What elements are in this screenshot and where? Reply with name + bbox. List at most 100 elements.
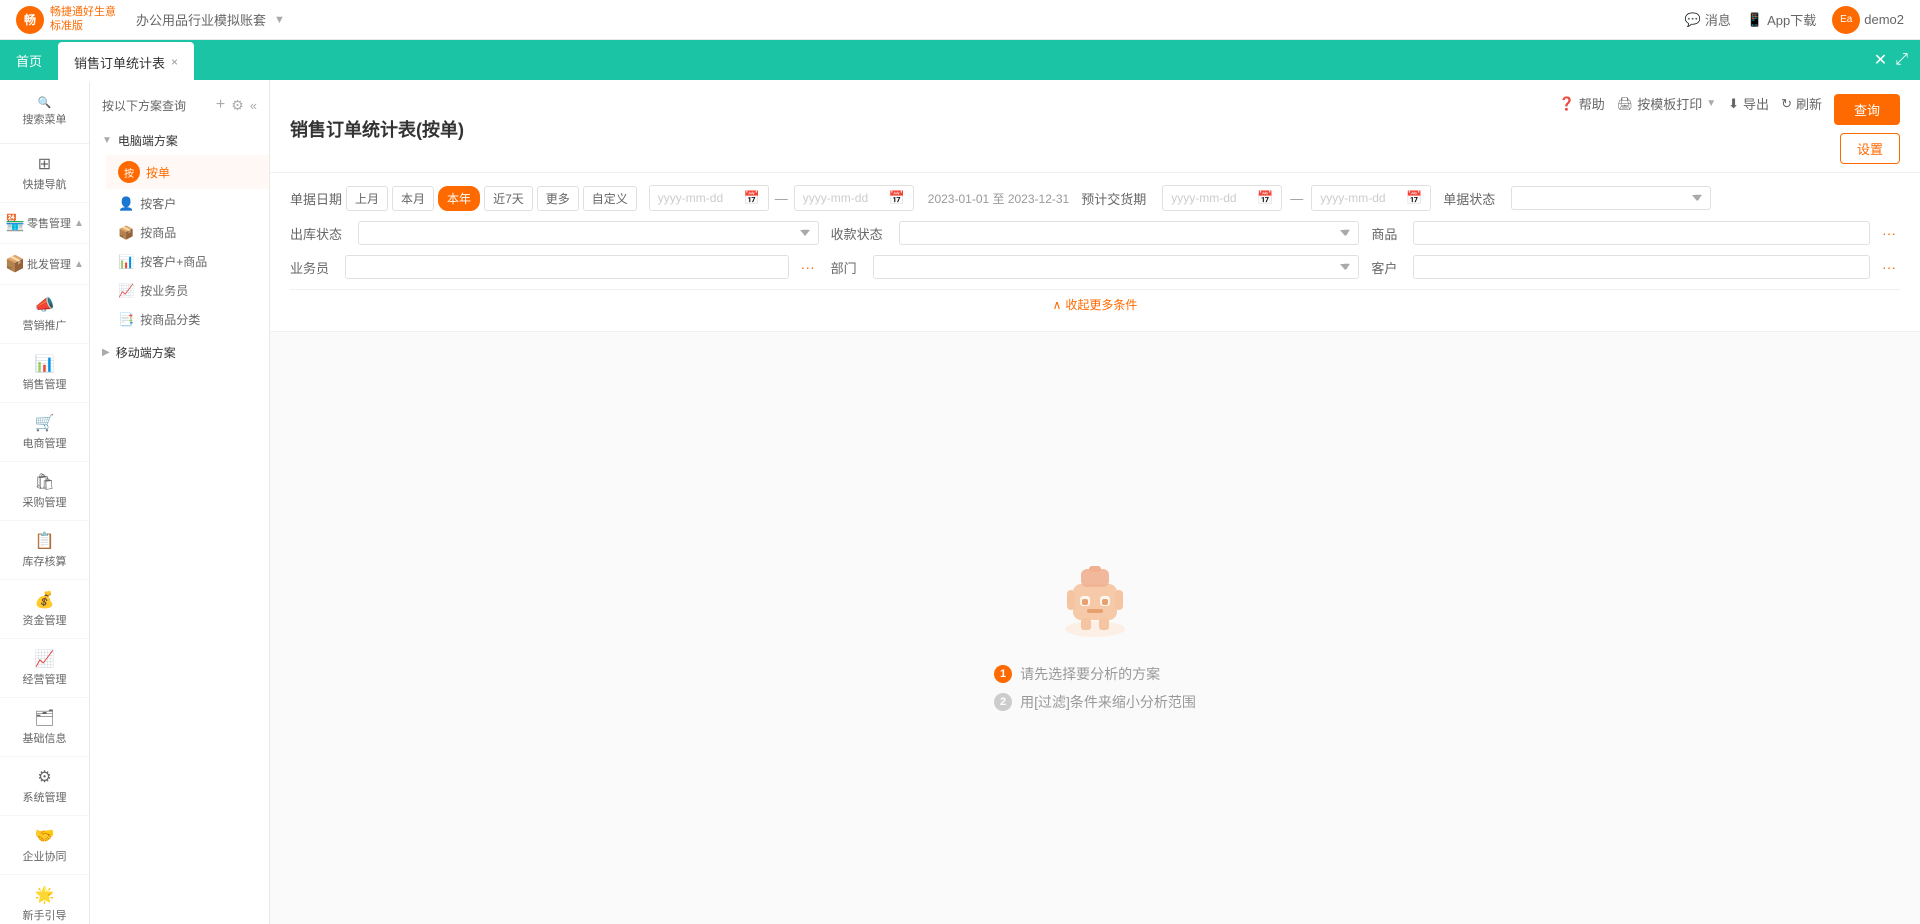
sidebar-item-purchase[interactable]: 🛍采购管理 xyxy=(0,462,89,521)
inventory-label: 库存核算 xyxy=(23,553,67,569)
sidebar-item-inventory[interactable]: 📋库存核算 xyxy=(0,521,89,580)
expected-date-end-input[interactable]: yyyy-mm-dd 📅 xyxy=(1311,185,1431,211)
date-btn-custom[interactable]: 自定义 xyxy=(583,186,637,211)
system-icon: ⚙ xyxy=(37,767,51,787)
biz-icon: 📈 xyxy=(35,649,55,669)
sidebar-item-corp[interactable]: 🤝企业协同 xyxy=(0,816,89,875)
sidebar-top: 🔍 搜索菜单 xyxy=(0,80,89,144)
export-button[interactable]: ⬇ 导出 xyxy=(1728,94,1769,113)
sidebar-item-wholesale[interactable]: 📦批发管理▲ xyxy=(0,244,89,285)
tab-sales-stat[interactable]: 销售订单统计表 × xyxy=(58,42,194,82)
query-button[interactable]: 查询 xyxy=(1834,94,1900,125)
customer-icon: 👤 xyxy=(118,196,134,212)
settings-scheme-icon[interactable]: ⚙ xyxy=(231,97,244,114)
dropdown-icon[interactable]: ▼ xyxy=(274,14,285,26)
settings-button[interactable]: 设置 xyxy=(1840,133,1900,164)
tree-item-by-cust-prod[interactable]: 📊 按客户+商品 xyxy=(106,247,269,276)
add-scheme-icon[interactable]: + xyxy=(216,96,225,114)
dept-select[interactable] xyxy=(873,255,1360,279)
date-btn-thismonth[interactable]: 本月 xyxy=(392,186,434,211)
date-btn-lastmonth[interactable]: 上月 xyxy=(346,186,388,211)
ship-status-wrap: ▼ xyxy=(358,221,819,245)
tree-item-by-staff-label: 按业务员 xyxy=(140,282,188,299)
customer-label: 客户 xyxy=(1371,258,1397,277)
msg-button[interactable]: 💬 消息 xyxy=(1685,10,1731,29)
collapse-panel-icon[interactable]: « xyxy=(250,98,257,113)
tab-home[interactable]: 首页 xyxy=(0,40,58,80)
sidebar-item-marketing[interactable]: 📣营销推广 xyxy=(0,285,89,344)
ship-status-item: 出库状态 ▼ xyxy=(290,221,819,245)
tree-arrow-desktop: ▼ xyxy=(102,135,112,146)
tree-item-by-order[interactable]: 按 按单 xyxy=(106,155,269,189)
system-label: 系统管理 xyxy=(23,789,67,805)
marketing-icon: 📣 xyxy=(35,295,55,315)
cust-prod-icon: 📊 xyxy=(118,254,134,270)
pay-status-select[interactable] xyxy=(899,221,1360,245)
tree-item-by-category[interactable]: 📑 按商品分类 xyxy=(106,305,269,334)
date-start-input[interactable]: yyyy-mm-dd 📅 xyxy=(649,185,769,211)
date-btn-7days[interactable]: 近7天 xyxy=(484,186,533,211)
header-right: ❓ 帮助 🖨 按模板打印 ▼ ⬇ 导出 ↻ xyxy=(1559,94,1901,164)
sidebar-item-ecom[interactable]: 🛒电商管理 xyxy=(0,403,89,462)
date-btn-thisyear[interactable]: 本年 xyxy=(438,186,480,211)
status-select[interactable] xyxy=(1511,186,1711,210)
date-range-text: 2023-01-01 至 2023-12-31 xyxy=(928,190,1069,207)
expected-date-start-input[interactable]: yyyy-mm-dd 📅 xyxy=(1162,185,1282,211)
collapse-arrow-icon: ∧ xyxy=(1053,298,1062,312)
refresh-button[interactable]: ↻ 刷新 xyxy=(1781,94,1822,113)
customer-more-icon[interactable]: ··· xyxy=(1878,259,1900,275)
help-button[interactable]: ❓ 帮助 xyxy=(1559,94,1605,113)
window-expand-icon[interactable]: ⤢ xyxy=(1895,51,1908,69)
pay-status-wrap: ▼ xyxy=(899,221,1360,245)
status-select-wrap: ▼ xyxy=(1511,186,1711,210)
left-panel-actions: + ⚙ « xyxy=(216,96,257,114)
sidebar-item-finance[interactable]: 💰 资金管理 xyxy=(0,580,89,639)
sidebar-item-basic[interactable]: 🗂基础信息 xyxy=(0,698,89,757)
expected-date-label: 预计交货期 xyxy=(1081,189,1146,208)
sidebar-item-retail[interactable]: 🏪零售管理▲ xyxy=(0,203,89,244)
wholesale-arrow-icon: ▲ xyxy=(74,259,84,270)
sidebar-item-search[interactable]: 🔍 搜索菜单 xyxy=(0,88,89,135)
status-filter-item: 单据状态 ▼ xyxy=(1443,186,1711,210)
sidebar-item-biz[interactable]: 📈经营管理 xyxy=(0,639,89,698)
tree-mobile-section[interactable]: ▶ 移动端方案 xyxy=(90,338,269,367)
top-bar-left: 畅 畅捷通好生意 标准版 办公用品行业模拟账套 ▼ xyxy=(16,6,285,34)
sidebar-item-newbie[interactable]: 🌟新手引导 xyxy=(0,875,89,924)
date-btn-more[interactable]: 更多 xyxy=(537,186,579,211)
goods-more-icon[interactable]: ··· xyxy=(1878,225,1900,241)
page-header-actions: ❓ 帮助 🖨 按模板打印 ▼ ⬇ 导出 ↻ xyxy=(1559,94,1822,113)
staff-input[interactable] xyxy=(345,255,789,279)
staff-more-icon[interactable]: ··· xyxy=(797,259,819,275)
date-end-input[interactable]: yyyy-mm-dd 📅 xyxy=(794,185,914,211)
ship-status-select[interactable] xyxy=(358,221,819,245)
collapse-button[interactable]: ∧ 收起更多条件 xyxy=(290,289,1900,319)
empty-tips: 1 请先选择要分析的方案 2 用[过滤]条件来缩小分析范围 xyxy=(994,664,1196,712)
refresh-label: 刷新 xyxy=(1796,94,1822,113)
window-close-icon[interactable]: ✕ xyxy=(1874,50,1887,70)
sidebar-item-quick-nav[interactable]: ⊞快捷导航 xyxy=(0,144,89,203)
newbie-label: 新手引导 xyxy=(23,907,67,923)
tree-desktop-label: 电脑端方案 xyxy=(118,132,178,149)
staff-item: 业务员 ··· xyxy=(290,255,819,279)
quick-nav-icon: ⊞ xyxy=(38,154,51,174)
tip-text-2: 用[过滤]条件来缩小分析范围 xyxy=(1020,692,1196,712)
customer-input[interactable] xyxy=(1413,255,1870,279)
finance-label: 资金管理 xyxy=(23,612,67,628)
tree-item-by-product[interactable]: 📦 按商品 xyxy=(106,218,269,247)
finance-icon: 💰 xyxy=(35,590,55,610)
goods-input[interactable] xyxy=(1413,221,1870,245)
ecom-icon: 🛒 xyxy=(35,413,55,433)
expected-end-placeholder: yyyy-mm-dd xyxy=(1320,191,1385,205)
logo-area: 畅 畅捷通好生意 标准版 xyxy=(16,6,116,34)
tab-close-icon[interactable]: × xyxy=(171,55,178,69)
app-download-button[interactable]: 📱 App下载 xyxy=(1747,10,1816,29)
calendar-icon-end: 📅 xyxy=(889,190,905,206)
user-area[interactable]: Ea demo2 xyxy=(1832,6,1904,34)
print-button[interactable]: 🖨 按模板打印 ▼ xyxy=(1617,94,1716,113)
tree-item-by-staff[interactable]: 📈 按业务员 xyxy=(106,276,269,305)
sidebar-item-system[interactable]: ⚙ 系统管理 xyxy=(0,757,89,816)
tree-children-desktop: 按 按单 👤 按客户 📦 按商品 📊 按客户+商品 xyxy=(90,155,269,334)
tree-item-by-customer[interactable]: 👤 按客户 xyxy=(106,189,269,218)
sidebar-item-sales[interactable]: 📊销售管理 xyxy=(0,344,89,403)
tree-desktop-section[interactable]: ▼ 电脑端方案 xyxy=(90,126,269,155)
